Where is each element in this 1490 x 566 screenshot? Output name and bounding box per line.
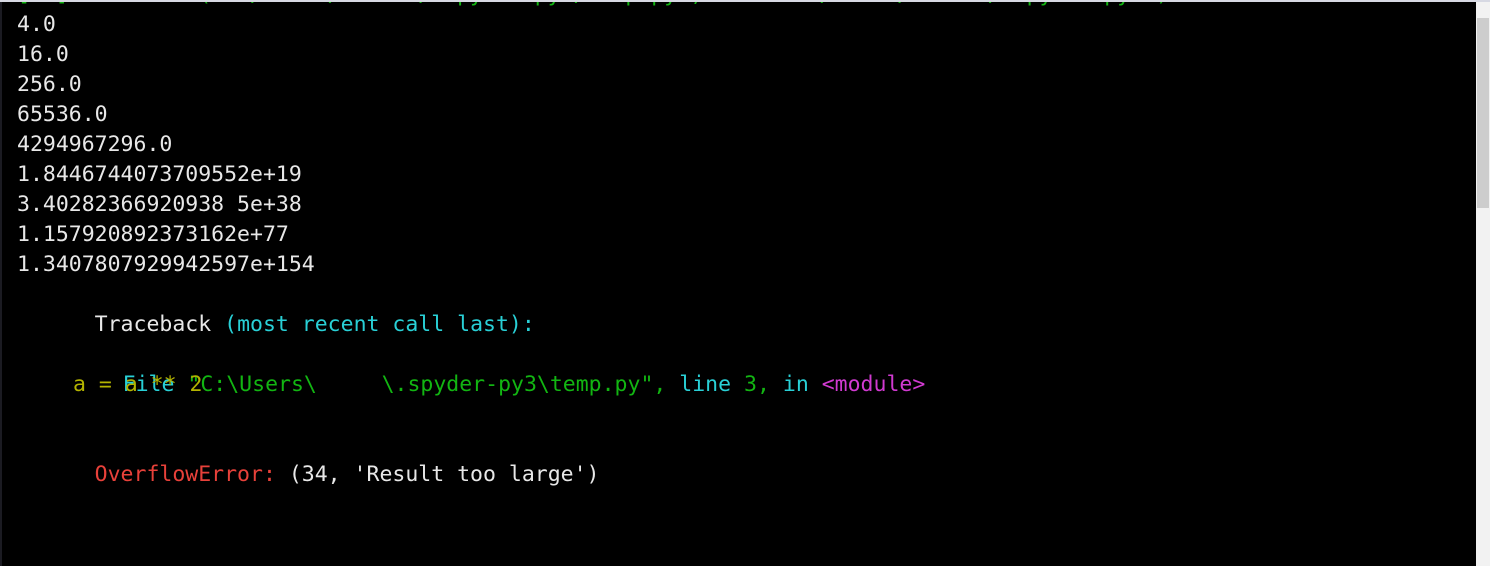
error-message: (34, 'Result too large') [275, 462, 600, 487]
output-line: 1.8446744073709552e+19 [17, 162, 302, 187]
line-keyword: line [679, 372, 745, 397]
frame-comma: , [653, 372, 680, 397]
output-line: 3.40282366920938 5e+38 [17, 192, 302, 217]
output-line: 1.157920892373162e+77 [17, 222, 289, 247]
traceback-header-rest: (most recent call last): [224, 312, 535, 337]
scrollbar-thumb[interactable] [1477, 18, 1489, 208]
error-type: OverflowError: [94, 462, 276, 487]
traceback-source-line: a = a ** 2 [73, 372, 203, 397]
clipped-runfile-line: [ ]: runfile('C:/Users/ /.spyder-py3/tem… [17, 2, 1169, 10]
traceback-line-number: 3 [744, 372, 757, 397]
output-line: 1.3407807929942597e+154 [17, 252, 315, 277]
output-line: 4294967296.0 [17, 132, 173, 157]
output-line: 16.0 [17, 42, 69, 67]
traceback-scope-name: <module> [821, 372, 926, 397]
vertical-scrollbar[interactable] [1476, 2, 1490, 566]
console-output-surface[interactable]: [ ]: runfile('C:/Users/ /.spyder-py3/tem… [2, 2, 1476, 566]
output-line: 256.0 [17, 72, 82, 97]
error-line: OverflowError: (34, 'Result too large') [17, 430, 600, 520]
frame-comma: , [756, 372, 783, 397]
output-line: 65536.0 [17, 102, 108, 127]
in-keyword: in [782, 372, 822, 397]
output-line: 4.0 [17, 12, 56, 37]
traceback-header-word: Traceback [94, 312, 225, 337]
traceback-file-path: "C:\Users\ \.spyder-py3\temp.py" [187, 372, 654, 397]
console-window: [ ]: runfile('C:/Users/ /.spyder-py3/tem… [0, 0, 1490, 566]
